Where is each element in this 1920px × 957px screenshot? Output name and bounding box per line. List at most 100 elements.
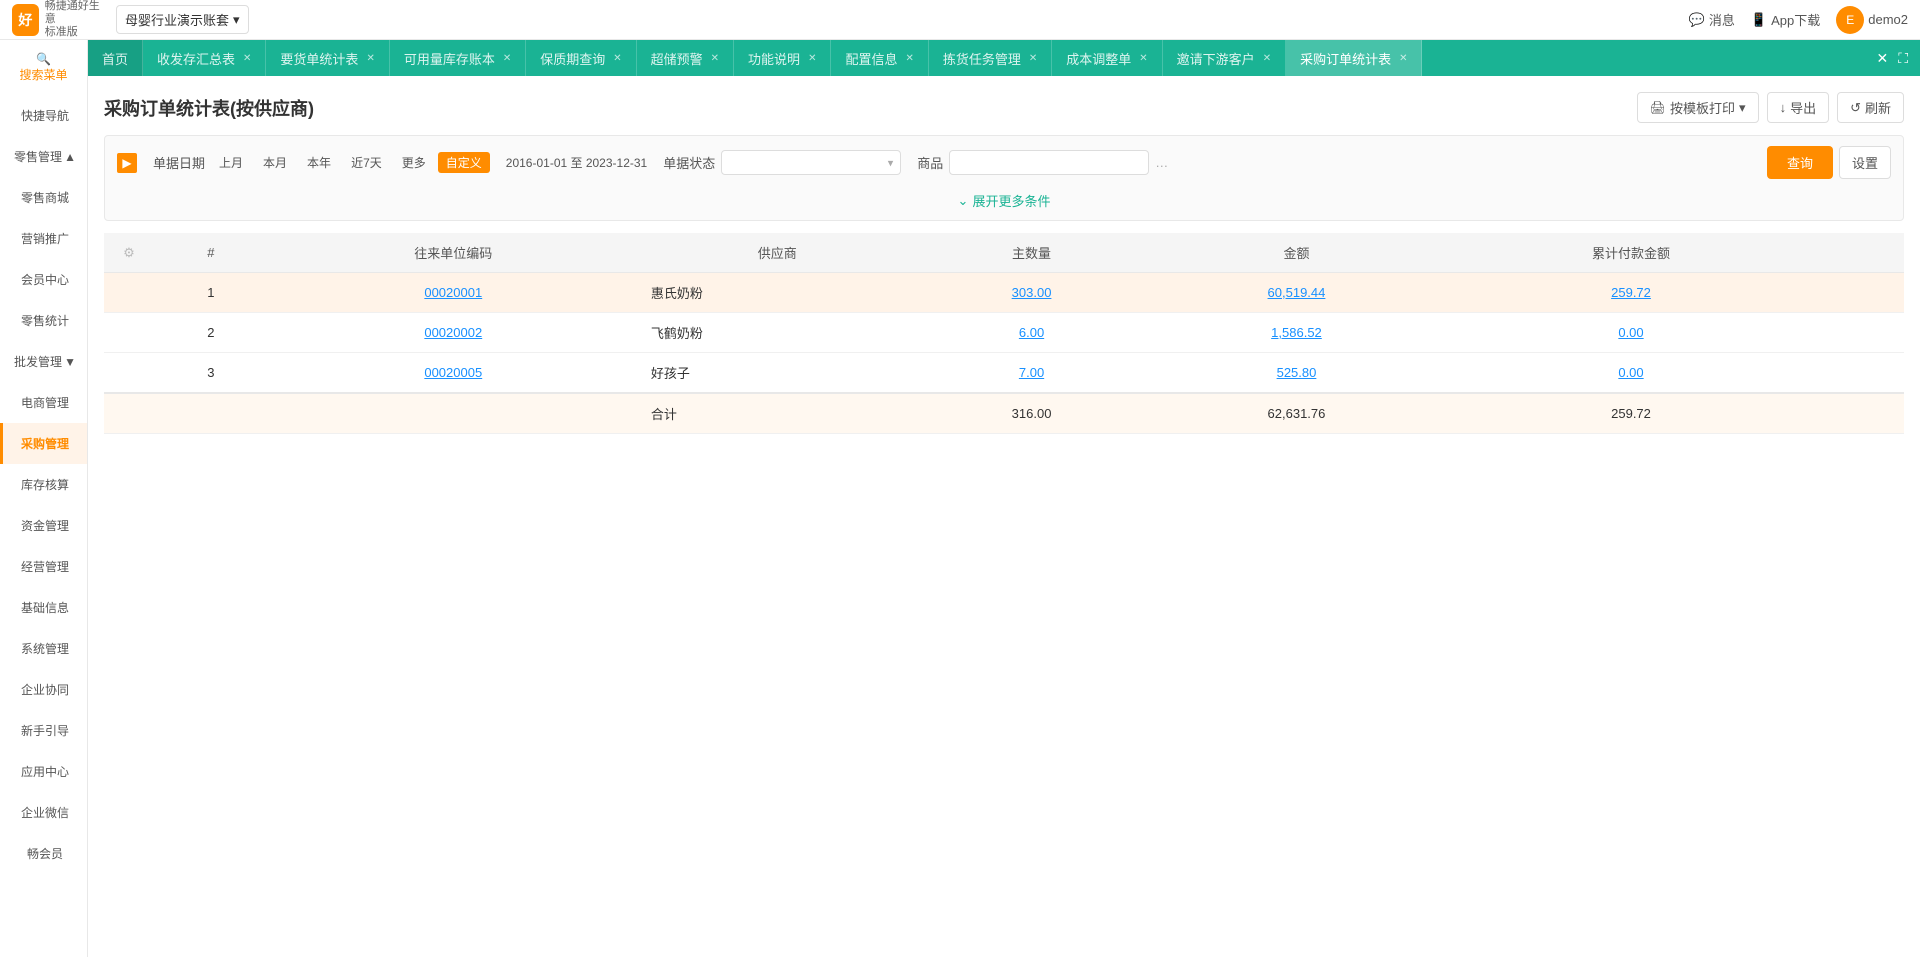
- sidebar-item-newbie[interactable]: 新手引导: [0, 710, 87, 751]
- sidebar-item-ecommerce[interactable]: 电商管理: [0, 382, 87, 423]
- col-settings[interactable]: ⚙: [104, 233, 154, 273]
- message-button[interactable]: 💬 消息: [1689, 10, 1735, 29]
- row-qty[interactable]: 7.00: [916, 353, 1148, 394]
- tab-close-icon[interactable]: ✕: [503, 53, 511, 64]
- goods-input-more-icon[interactable]: …: [1155, 155, 1168, 170]
- footer-paid: 259.72: [1445, 393, 1816, 434]
- row-extra: [1817, 273, 1904, 313]
- sidebar-item-purchase[interactable]: 采购管理: [0, 423, 87, 464]
- sidebar-item-wholesale[interactable]: 批发管理 ▼: [0, 341, 87, 382]
- tab-keyongliang[interactable]: 可用量库存账本 ✕: [390, 40, 526, 76]
- sidebar-item-appstore[interactable]: 应用中心: [0, 751, 87, 792]
- date-range-display: 2016-01-01 至 2023-12-31: [506, 154, 647, 171]
- tab-close-icon[interactable]: ✕: [711, 53, 719, 64]
- user-area[interactable]: E demo2: [1836, 6, 1908, 34]
- sidebar-item-operation[interactable]: 经营管理: [0, 546, 87, 587]
- tab-paihuorenwu[interactable]: 拣货任务管理 ✕: [929, 40, 1052, 76]
- row-paid[interactable]: 259.72: [1445, 273, 1816, 313]
- sidebar-item-member[interactable]: 会员中心: [0, 259, 87, 300]
- tab-close-icon[interactable]: ✕: [366, 53, 374, 64]
- row-supplier: 飞鹤奶粉: [639, 313, 916, 353]
- tab-chaochuyujing[interactable]: 超储预警 ✕: [637, 40, 734, 76]
- row-paid[interactable]: 0.00: [1445, 353, 1816, 394]
- sidebar-item-enterprise[interactable]: 企业协同: [0, 669, 87, 710]
- sidebar-item-retail-stat[interactable]: 零售统计: [0, 300, 87, 341]
- settings-button[interactable]: 设置: [1839, 146, 1891, 179]
- expand-down-icon: ⌄: [958, 193, 969, 209]
- tab-close-icon[interactable]: ✕: [613, 53, 621, 64]
- date-shortcuts: 上月 本月 本年 近7天 更多 自定义: [211, 152, 490, 173]
- tab-home[interactable]: 首页: [88, 40, 143, 76]
- row-check[interactable]: [104, 313, 154, 353]
- row-qty[interactable]: 303.00: [916, 273, 1148, 313]
- sidebar-item-quicknav[interactable]: 快捷导航: [0, 95, 87, 136]
- sidebar-item-wechat[interactable]: 企业微信: [0, 792, 87, 833]
- sidebar-item-retail-shop[interactable]: 零售商城: [0, 177, 87, 218]
- query-button[interactable]: 查询: [1767, 146, 1833, 179]
- row-unit-code[interactable]: 00020005: [268, 353, 639, 394]
- tab-chenben[interactable]: 成本调整单 ✕: [1052, 40, 1162, 76]
- export-button[interactable]: ↓ 导出: [1767, 92, 1830, 123]
- date-shortcut-more[interactable]: 更多: [394, 152, 434, 173]
- sidebar-item-finance[interactable]: 资金管理: [0, 505, 87, 546]
- date-shortcut-last-month[interactable]: 上月: [211, 152, 251, 173]
- footer-no: [154, 393, 268, 434]
- row-unit-code[interactable]: 00020002: [268, 313, 639, 353]
- col-amount: 金额: [1148, 233, 1446, 273]
- tab-shoufahuizong[interactable]: 收发存汇总表 ✕: [143, 40, 266, 76]
- date-custom-badge: 自定义: [438, 152, 490, 173]
- date-shortcut-this-month[interactable]: 本月: [255, 152, 295, 173]
- filter-actions: 查询 设置: [1767, 146, 1891, 179]
- tab-close-icon[interactable]: ✕: [1263, 53, 1271, 64]
- sidebar-item-search[interactable]: 🔍 搜索菜单: [0, 40, 87, 95]
- tab-close-icon[interactable]: ✕: [808, 53, 816, 64]
- row-qty[interactable]: 6.00: [916, 313, 1148, 353]
- tab-baozhiqi[interactable]: 保质期查询 ✕: [526, 40, 636, 76]
- sidebar-item-marketing[interactable]: 营销推广: [0, 218, 87, 259]
- logo-area: 好 畅捷通好生意 标准版: [12, 0, 100, 39]
- row-check[interactable]: [104, 353, 154, 394]
- tab-close-icon[interactable]: ✕: [1029, 53, 1037, 64]
- tab-caigou[interactable]: 采购订单统计表 ✕: [1286, 40, 1422, 76]
- sidebar-item-basic[interactable]: 基础信息: [0, 587, 87, 628]
- table-row: 1 00020001 惠氏奶粉 303.00 60,519.44 259.72: [104, 273, 1904, 313]
- row-check[interactable]: [104, 273, 154, 313]
- col-extra: [1817, 233, 1904, 273]
- expand-more-button[interactable]: ⌄ 展开更多条件: [958, 191, 1051, 210]
- tab-yaohuo[interactable]: 要货单统计表 ✕: [266, 40, 389, 76]
- tab-close-icon[interactable]: ✕: [1399, 53, 1407, 64]
- status-select[interactable]: [721, 150, 901, 175]
- print-button[interactable]: 🖨 按模板打印 ▾: [1637, 92, 1759, 123]
- sidebar-item-retail[interactable]: 零售管理 ▲: [0, 136, 87, 177]
- row-unit-code[interactable]: 00020001: [268, 273, 639, 313]
- sidebar-item-inventory[interactable]: 库存核算: [0, 464, 87, 505]
- tab-close-icon[interactable]: ✕: [243, 53, 251, 64]
- filter-toggle-button[interactable]: ▶: [117, 153, 137, 173]
- sidebar-item-vip[interactable]: 畅会员: [0, 833, 87, 874]
- print-icon: 🖨: [1650, 100, 1667, 116]
- workspace-selector[interactable]: 母婴行业演示账套 ▾: [116, 5, 249, 34]
- close-all-tabs-button[interactable]: ✕: [1872, 46, 1892, 71]
- page-actions: 🖨 按模板打印 ▾ ↓ 导出 ↺ 刷新: [1637, 92, 1905, 123]
- row-amount[interactable]: 1,586.52: [1148, 313, 1446, 353]
- row-no: 1: [154, 273, 268, 313]
- row-amount[interactable]: 60,519.44: [1148, 273, 1446, 313]
- column-settings-icon[interactable]: ⚙: [123, 245, 135, 260]
- tab-yaoqing[interactable]: 邀请下游客户 ✕: [1163, 40, 1286, 76]
- sidebar-item-system[interactable]: 系统管理: [0, 628, 87, 669]
- footer-amount: 62,631.76: [1148, 393, 1446, 434]
- tab-gongneng[interactable]: 功能说明 ✕: [734, 40, 831, 76]
- row-amount[interactable]: 525.80: [1148, 353, 1446, 394]
- row-paid[interactable]: 0.00: [1445, 313, 1816, 353]
- goods-input[interactable]: [949, 150, 1149, 175]
- main-layout: 🔍 搜索菜单 快捷导航 零售管理 ▲ 零售商城 营销推广 会员中心 零售统计 批…: [0, 40, 1920, 957]
- date-filter-label: 单据日期: [153, 153, 205, 172]
- tab-close-icon[interactable]: ✕: [1139, 53, 1147, 64]
- app-download-button[interactable]: 📱 App下载: [1751, 10, 1820, 29]
- tab-close-icon[interactable]: ✕: [905, 53, 913, 64]
- tab-peizhi[interactable]: 配置信息 ✕: [831, 40, 928, 76]
- date-shortcut-this-year[interactable]: 本年: [299, 152, 339, 173]
- date-shortcut-7days[interactable]: 近7天: [343, 152, 390, 173]
- refresh-button[interactable]: ↺ 刷新: [1837, 92, 1904, 123]
- maximize-button[interactable]: ⛶: [1894, 46, 1912, 71]
